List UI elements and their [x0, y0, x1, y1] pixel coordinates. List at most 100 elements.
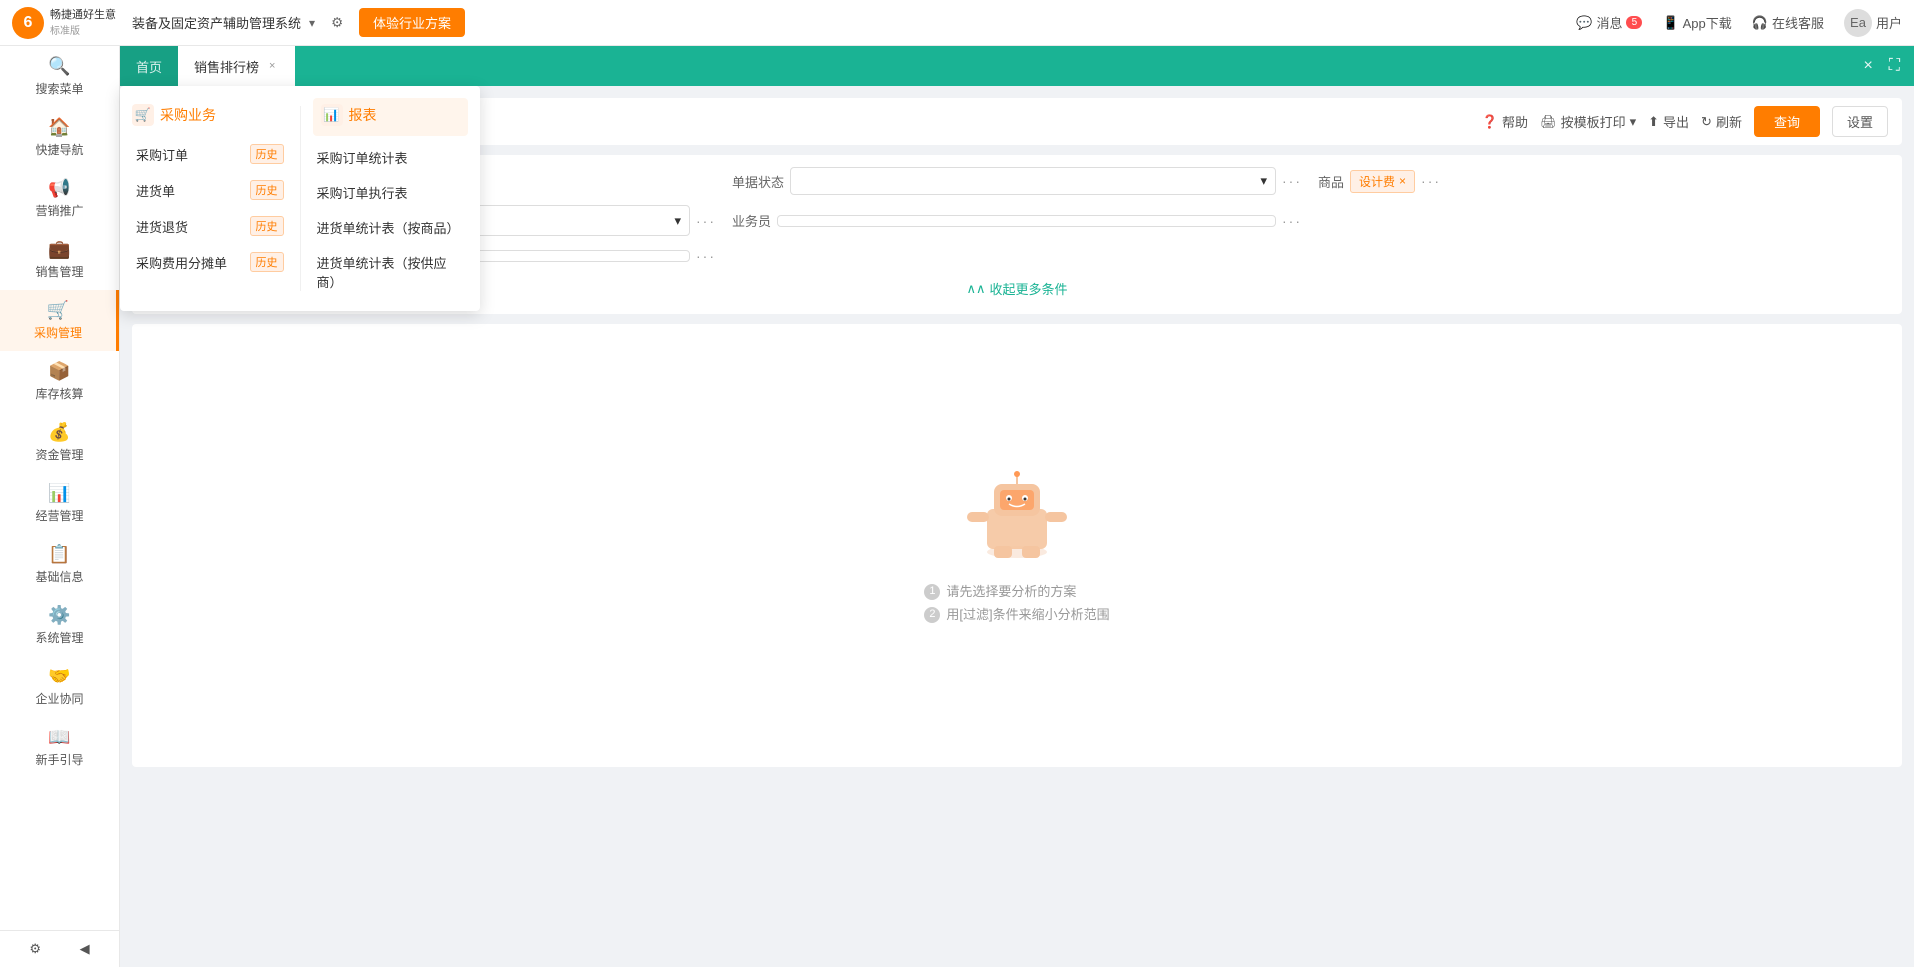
sidebar-item-inventory[interactable]: 📦 库存核算 — [0, 351, 119, 412]
dropdown-item-order-stats[interactable]: 采购订单统计表 — [313, 140, 469, 175]
sidebar-settings-btn[interactable]: ⚙ — [29, 941, 41, 957]
home-icon: 🏠 — [48, 117, 70, 138]
query-btn[interactable]: 查询 — [1754, 106, 1820, 137]
header-settings-btn[interactable]: ⚙ — [323, 9, 351, 37]
refresh-icon: ↻ — [1701, 114, 1712, 130]
salesperson-select[interactable] — [777, 215, 1276, 227]
help-label: 帮助 — [1502, 112, 1528, 131]
voucher-status-select[interactable]: ▾ — [790, 167, 1276, 195]
step-1: 1 — [924, 584, 940, 600]
print-label: 按模板打印 — [1561, 112, 1626, 131]
export-btn[interactable]: ⬆ 导出 — [1648, 112, 1689, 131]
sidebar-collapse-btn[interactable]: ◀ — [80, 941, 90, 957]
tab-close-btn[interactable]: × — [265, 58, 279, 74]
settings-btn-sm[interactable]: 设置 — [1832, 106, 1888, 137]
purchase-col-header: 🛒 采购业务 — [132, 98, 288, 136]
message-label: 消息 — [1596, 13, 1622, 32]
empty-hints: 1 请先选择要分析的方案 2 用[过滤]条件来缩小分析范围 — [924, 580, 1109, 627]
sidebar-label-operations: 经营管理 — [35, 507, 83, 524]
collapse-btn[interactable]: ∧∧ 收起更多条件 — [966, 279, 1067, 298]
dropdown-col-reports: 📊 报表 采购订单统计表 采购订单执行表 进货单统计表（按商品） 进货单统计表（… — [301, 98, 481, 299]
header-right: 💬 消息 5 📱 App下载 🎧 在线客服 Ea 用户 — [1576, 9, 1902, 37]
sidebar-label-enterprise: 企业协同 — [35, 690, 83, 707]
refresh-btn[interactable]: ↻ 刷新 — [1701, 112, 1742, 131]
purchase-dropdown: 🛒 采购业务 采购订单 历史 进货单 历史 进货退货 历史 采购费用分摊单 历史 — [120, 86, 480, 311]
sidebar-item-purchase[interactable]: 🛒 采购管理 — [0, 290, 119, 351]
dropdown-item-incoming-stats-goods[interactable]: 进货单统计表（按商品） — [313, 210, 469, 245]
voucher-status-dots[interactable]: ··· — [1282, 173, 1302, 189]
collapse-label: 收起更多条件 — [990, 279, 1068, 298]
salesperson-dots[interactable]: ··· — [1282, 213, 1302, 229]
customer-dots[interactable]: ··· — [696, 248, 716, 264]
logo-area: 6 畅捷通好生意 标准版 — [12, 7, 132, 39]
rank-dots[interactable]: ··· — [696, 213, 716, 229]
sidebar-item-basic-info[interactable]: 📋 基础信息 — [0, 534, 119, 595]
reports-col-header: 📊 报表 — [313, 98, 469, 136]
reports-col-title: 报表 — [349, 105, 377, 125]
sidebar-label-guide: 新手引导 — [35, 751, 83, 768]
tab-expand-btn[interactable]: ⛶ — [1885, 53, 1904, 79]
dropdown-item-return[interactable]: 进货退货 历史 — [132, 208, 288, 244]
filter-goods: 商品 设计费 × ··· — [1318, 170, 1888, 193]
tab-home-label: 首页 — [136, 57, 162, 76]
user-label: 用户 — [1876, 13, 1902, 32]
tab-sales-rank-label: 销售排行榜 — [194, 57, 259, 76]
tab-bar: 首页 销售排行榜 × × ⛶ — [120, 46, 1914, 86]
purchase-col-title: 采购业务 — [160, 105, 216, 125]
goods-label: 商品 — [1318, 172, 1344, 191]
goods-dots[interactable]: ··· — [1421, 173, 1441, 189]
sidebar-item-operations[interactable]: 📊 经营管理 — [0, 473, 119, 534]
salesperson-label: 业务员 — [732, 211, 771, 230]
purchase-col-icon: 🛒 — [132, 104, 154, 126]
hist-badge-3: 历史 — [250, 252, 284, 272]
logo-icon: 6 — [12, 7, 44, 39]
tab-home[interactable]: 首页 — [120, 46, 178, 86]
sidebar-item-search[interactable]: 🔍 搜索菜单 — [0, 46, 119, 107]
sidebar: 🔍 搜索菜单 🏠 快捷导航 📢 营销推广 💼 销售管理 🛒 采购管理 📦 库存核… — [0, 46, 120, 967]
purchase-icon: 🛒 — [47, 300, 69, 321]
refresh-label: 刷新 — [1716, 112, 1742, 131]
user-btn[interactable]: Ea 用户 — [1844, 9, 1902, 37]
print-template-btn[interactable]: 🖨 按模板打印 ▾ — [1540, 112, 1636, 131]
industry-btn[interactable]: 体验行业方案 — [359, 8, 465, 37]
system-dropdown-btn[interactable]: ▾ — [309, 16, 315, 30]
export-icon: ⬆ — [1648, 114, 1659, 130]
enterprise-icon: 🤝 — [48, 666, 70, 687]
online-service-btn[interactable]: 🎧 在线客服 — [1752, 13, 1824, 32]
sidebar-item-enterprise[interactable]: 🤝 企业协同 — [0, 656, 119, 717]
empty-hint-2: 2 用[过滤]条件来缩小分析范围 — [924, 603, 1109, 626]
tab-bar-end: × ⛶ — [1859, 53, 1914, 79]
sidebar-item-marketing[interactable]: 📢 营销推广 — [0, 168, 119, 229]
dropdown-columns: 🛒 采购业务 采购订单 历史 进货单 历史 进货退货 历史 采购费用分摊单 历史 — [120, 98, 480, 299]
sidebar-item-guide[interactable]: 📖 新手引导 — [0, 717, 119, 778]
sidebar-item-system[interactable]: ⚙️ 系统管理 — [0, 595, 119, 656]
hist-badge-2: 历史 — [250, 216, 284, 236]
search-icon: 🔍 — [48, 56, 70, 77]
tab-sales-rank[interactable]: 销售排行榜 × — [178, 46, 295, 86]
header-nav: 装备及固定资产辅助管理系统 ▾ ⚙ 体验行业方案 — [132, 8, 1576, 37]
finance-icon: 💰 — [48, 422, 70, 443]
sidebar-label-search: 搜索菜单 — [35, 80, 83, 97]
reports-col-icon: 📊 — [321, 104, 343, 126]
message-badge: 5 — [1626, 16, 1642, 29]
help-btn[interactable]: ❓ 帮助 — [1482, 112, 1528, 131]
filter-salesperson: 业务员 ··· — [732, 211, 1302, 230]
sidebar-item-finance[interactable]: 💰 资金管理 — [0, 412, 119, 473]
logo-badge: 标准版 — [50, 22, 116, 37]
dropdown-item-incoming-stats-supplier[interactable]: 进货单统计表（按供应商） — [313, 245, 469, 299]
dropdown-item-purchase-order[interactable]: 采购订单 历史 — [132, 136, 288, 172]
dropdown-item-expense[interactable]: 采购费用分摊单 历史 — [132, 244, 288, 280]
tab-close-window-btn[interactable]: × — [1859, 53, 1876, 79]
voucher-status-label: 单据状态 — [732, 172, 784, 191]
sidebar-item-nav[interactable]: 🏠 快捷导航 — [0, 107, 119, 168]
hist-badge-0: 历史 — [250, 144, 284, 164]
sidebar-item-sales[interactable]: 💼 销售管理 — [0, 229, 119, 290]
message-btn[interactable]: 💬 消息 5 — [1576, 13, 1642, 32]
app-download-btn[interactable]: 📱 App下载 — [1662, 13, 1731, 32]
dropdown-item-incoming[interactable]: 进货单 历史 — [132, 172, 288, 208]
dropdown-col-purchase: 🛒 采购业务 采购订单 历史 进货单 历史 进货退货 历史 采购费用分摊单 历史 — [120, 98, 300, 299]
sidebar-label-basic-info: 基础信息 — [35, 568, 83, 585]
print-dropdown-icon: ▾ — [1630, 114, 1637, 130]
dropdown-item-order-exec[interactable]: 采购订单执行表 — [313, 175, 469, 210]
goods-tag-close[interactable]: × — [1399, 174, 1406, 188]
